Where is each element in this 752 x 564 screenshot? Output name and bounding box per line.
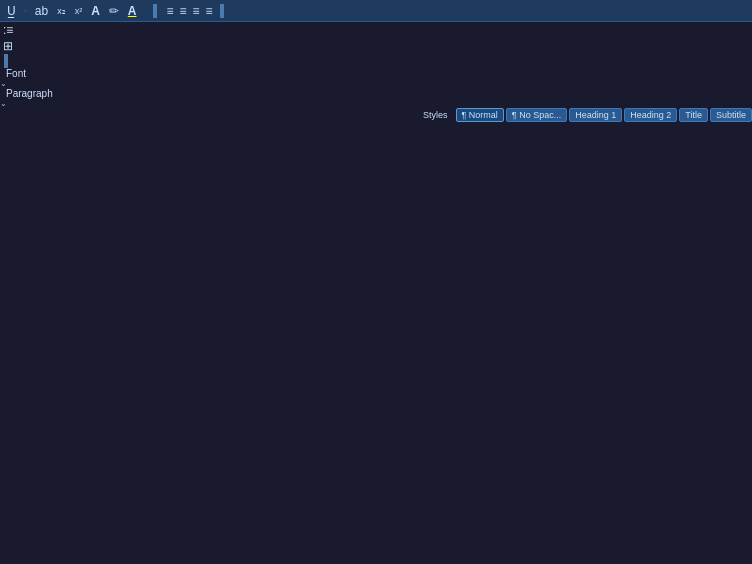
font-expand-icon[interactable]: ⌄ (0, 79, 752, 88)
table-icon[interactable]: ⊞ (0, 38, 752, 54)
paragraph-expand-icon[interactable]: ⌄ (0, 99, 752, 108)
align-justify-icon[interactable]: ≡ (203, 3, 216, 19)
subscript-icon[interactable]: ab (32, 3, 51, 19)
font-color-A-icon[interactable]: A (88, 3, 103, 19)
subscript2-icon[interactable]: x₂ (54, 5, 69, 17)
align-center-icon[interactable]: ≡ (177, 3, 190, 19)
underline-icon[interactable]: U̲ (4, 3, 19, 19)
indent-icon[interactable]: :≡ (0, 22, 752, 38)
highlight-A-icon[interactable]: A (125, 3, 140, 19)
paragraph-group-label: Paragraph (0, 88, 752, 99)
app-window: U̲ · ab x₂ x² A ✏ A ≡ ≡ ≡ ≡ :≡ ⊞ Font ⌄ … (0, 0, 752, 564)
styles-label: Styles (417, 110, 454, 120)
style-no-spacing[interactable]: ¶ No Spac... (506, 108, 567, 122)
superscript-icon[interactable]: x² (72, 5, 86, 17)
ribbon-toolbar: U̲ · ab x₂ x² A ✏ A ≡ ≡ ≡ ≡ (0, 0, 752, 22)
style-subtitle[interactable]: Subtitle (710, 108, 752, 122)
style-heading2[interactable]: Heading 2 (624, 108, 677, 122)
style-normal[interactable]: ¶ Normal (456, 108, 504, 122)
font-group-label: Font (0, 68, 752, 79)
style-heading1[interactable]: Heading 1 (569, 108, 622, 122)
ribbon-formatting-icons: U̲ · ab x₂ x² A ✏ A (4, 3, 139, 19)
pencil-icon[interactable]: ✏ (106, 3, 122, 19)
style-title[interactable]: Title (679, 108, 708, 122)
styles-group: Styles ¶ Normal ¶ No Spac... Heading 1 H… (417, 108, 752, 122)
align-left-icon[interactable]: ≡ (163, 3, 176, 19)
align-right-icon[interactable]: ≡ (190, 3, 203, 19)
